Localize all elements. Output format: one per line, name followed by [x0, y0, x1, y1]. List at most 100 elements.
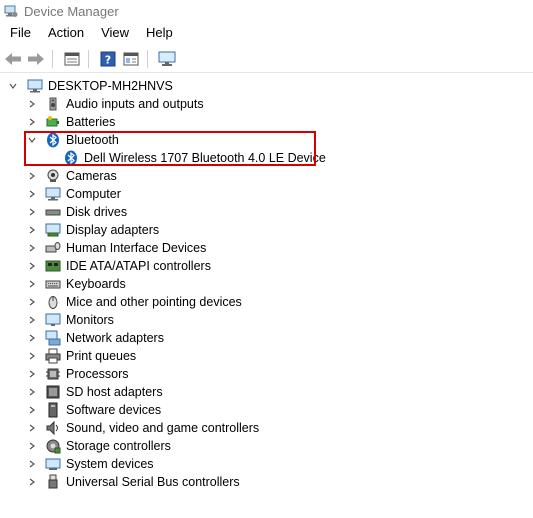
toolbar-separator — [52, 50, 53, 68]
category-human-interface-devices[interactable]: Human Interface Devices — [0, 239, 533, 257]
sd-host-icon — [45, 384, 61, 400]
root-label: DESKTOP-MH2HNVS — [48, 79, 173, 93]
bluetooth-icon — [45, 132, 61, 148]
category-software-devices[interactable]: Software devices — [0, 401, 533, 419]
back-arrow-icon[interactable] — [3, 49, 23, 69]
category-label: Bluetooth — [66, 133, 119, 147]
category-batteries[interactable]: Batteries — [0, 113, 533, 131]
expand-chevron-icon[interactable] — [27, 473, 37, 491]
menu-view[interactable]: View — [94, 22, 136, 44]
category-monitors[interactable]: Monitors — [0, 311, 533, 329]
category-label: Human Interface Devices — [66, 241, 207, 255]
window-title: Device Manager — [24, 3, 119, 19]
expand-chevron-icon[interactable] — [27, 167, 37, 185]
expand-chevron-icon[interactable] — [27, 239, 37, 257]
device-dell-wireless-1707-bluetooth[interactable]: Dell Wireless 1707 Bluetooth 4.0 LE Devi… — [0, 149, 533, 167]
expand-chevron-icon[interactable] — [27, 437, 37, 455]
category-disk-drives[interactable]: Disk drives — [0, 203, 533, 221]
help-icon[interactable]: ? — [98, 49, 118, 69]
category-sound-video-and-game-controllers[interactable]: Sound, video and game controllers — [0, 419, 533, 437]
collapse-chevron-icon[interactable] — [8, 77, 18, 95]
expand-chevron-icon[interactable] — [27, 257, 37, 275]
collapse-chevron-icon[interactable] — [27, 131, 37, 149]
expand-chevron-icon[interactable] — [27, 293, 37, 311]
category-label: Batteries — [66, 115, 116, 129]
category-label: System devices — [66, 457, 154, 471]
category-label: SD host adapters — [66, 385, 163, 399]
hid-icon — [45, 240, 61, 256]
monitor-icon[interactable] — [157, 49, 177, 69]
category-label: Network adapters — [66, 331, 164, 345]
ide-controller-icon — [45, 258, 61, 274]
expand-chevron-icon[interactable] — [27, 185, 37, 203]
expand-chevron-icon[interactable] — [27, 329, 37, 347]
monitor-icon — [45, 312, 61, 328]
expand-chevron-icon[interactable] — [27, 419, 37, 437]
expand-chevron-icon[interactable] — [27, 383, 37, 401]
bluetooth-icon — [63, 150, 79, 166]
category-bluetooth[interactable]: Bluetooth — [0, 131, 533, 149]
properties-icon[interactable] — [62, 49, 82, 69]
expand-chevron-icon[interactable] — [27, 365, 37, 383]
software-device-icon — [45, 402, 61, 418]
device-manager-icon — [4, 4, 18, 18]
sound-controller-icon — [45, 420, 61, 436]
expand-chevron-icon[interactable] — [27, 203, 37, 221]
category-cameras[interactable]: Cameras — [0, 167, 533, 185]
category-label: Sound, video and game controllers — [66, 421, 260, 435]
mouse-icon — [45, 294, 61, 310]
speaker-icon — [45, 96, 61, 112]
category-storage-controllers[interactable]: Storage controllers — [0, 437, 533, 455]
camera-icon — [45, 168, 61, 184]
category-label: Print queues — [66, 349, 137, 363]
device-tree: DESKTOP-MH2HNVS Audio inputs and outputs — [0, 77, 533, 491]
menu-file[interactable]: File — [3, 22, 38, 44]
category-label: Monitors — [66, 313, 114, 327]
expand-chevron-icon[interactable] — [27, 401, 37, 419]
expand-chevron-icon[interactable] — [27, 275, 37, 293]
category-processors[interactable]: Processors — [0, 365, 533, 383]
toolbar-separator — [147, 50, 148, 68]
network-adapter-icon — [45, 330, 61, 346]
category-label: Storage controllers — [66, 439, 171, 453]
category-system-devices[interactable]: System devices — [0, 455, 533, 473]
menu-help[interactable]: Help — [139, 22, 180, 44]
category-ide-ata-atapi-controllers[interactable]: IDE ATA/ATAPI controllers — [0, 257, 533, 275]
expand-chevron-icon[interactable] — [27, 113, 37, 131]
category-computer[interactable]: Computer — [0, 185, 533, 203]
category-audio-inputs-and-outputs[interactable]: Audio inputs and outputs — [0, 95, 533, 113]
tree-root[interactable]: DESKTOP-MH2HNVS — [0, 77, 533, 95]
keyboard-icon — [45, 276, 61, 292]
menu-action[interactable]: Action — [41, 22, 91, 44]
expand-chevron-icon[interactable] — [27, 221, 37, 239]
forward-arrow-icon[interactable] — [26, 49, 46, 69]
category-keyboards[interactable]: Keyboards — [0, 275, 533, 293]
expand-chevron-icon[interactable] — [27, 347, 37, 365]
category-label: Software devices — [66, 403, 162, 417]
storage-controller-icon — [45, 438, 61, 454]
category-sd-host-adapters[interactable]: SD host adapters — [0, 383, 533, 401]
category-label: Universal Serial Bus controllers — [66, 475, 240, 489]
category-label: Processors — [66, 367, 129, 381]
category-print-queues[interactable]: Print queues — [0, 347, 533, 365]
disk-drive-icon — [45, 204, 61, 220]
category-mice-and-other-pointing-devices[interactable]: Mice and other pointing devices — [0, 293, 533, 311]
svg-text:?: ? — [105, 54, 111, 67]
category-network-adapters[interactable]: Network adapters — [0, 329, 533, 347]
battery-icon — [45, 114, 61, 130]
expand-chevron-icon[interactable] — [27, 455, 37, 473]
category-universal-serial-bus-controllers[interactable]: Universal Serial Bus controllers — [0, 473, 533, 491]
category-label: Mice and other pointing devices — [66, 295, 242, 309]
category-display-adapters[interactable]: Display adapters — [0, 221, 533, 239]
menu-bar: File Action View Help — [0, 22, 533, 44]
category-label: Disk drives — [66, 205, 128, 219]
expand-chevron-icon[interactable] — [27, 311, 37, 329]
title-bar: Device Manager — [0, 0, 533, 22]
toolbar-separator — [88, 50, 89, 68]
expand-chevron-icon[interactable] — [27, 95, 37, 113]
toolbar: ? — [0, 46, 533, 73]
details-icon[interactable] — [121, 49, 141, 69]
category-label: IDE ATA/ATAPI controllers — [66, 259, 211, 273]
system-device-icon — [45, 456, 61, 472]
computer-icon — [27, 78, 43, 94]
